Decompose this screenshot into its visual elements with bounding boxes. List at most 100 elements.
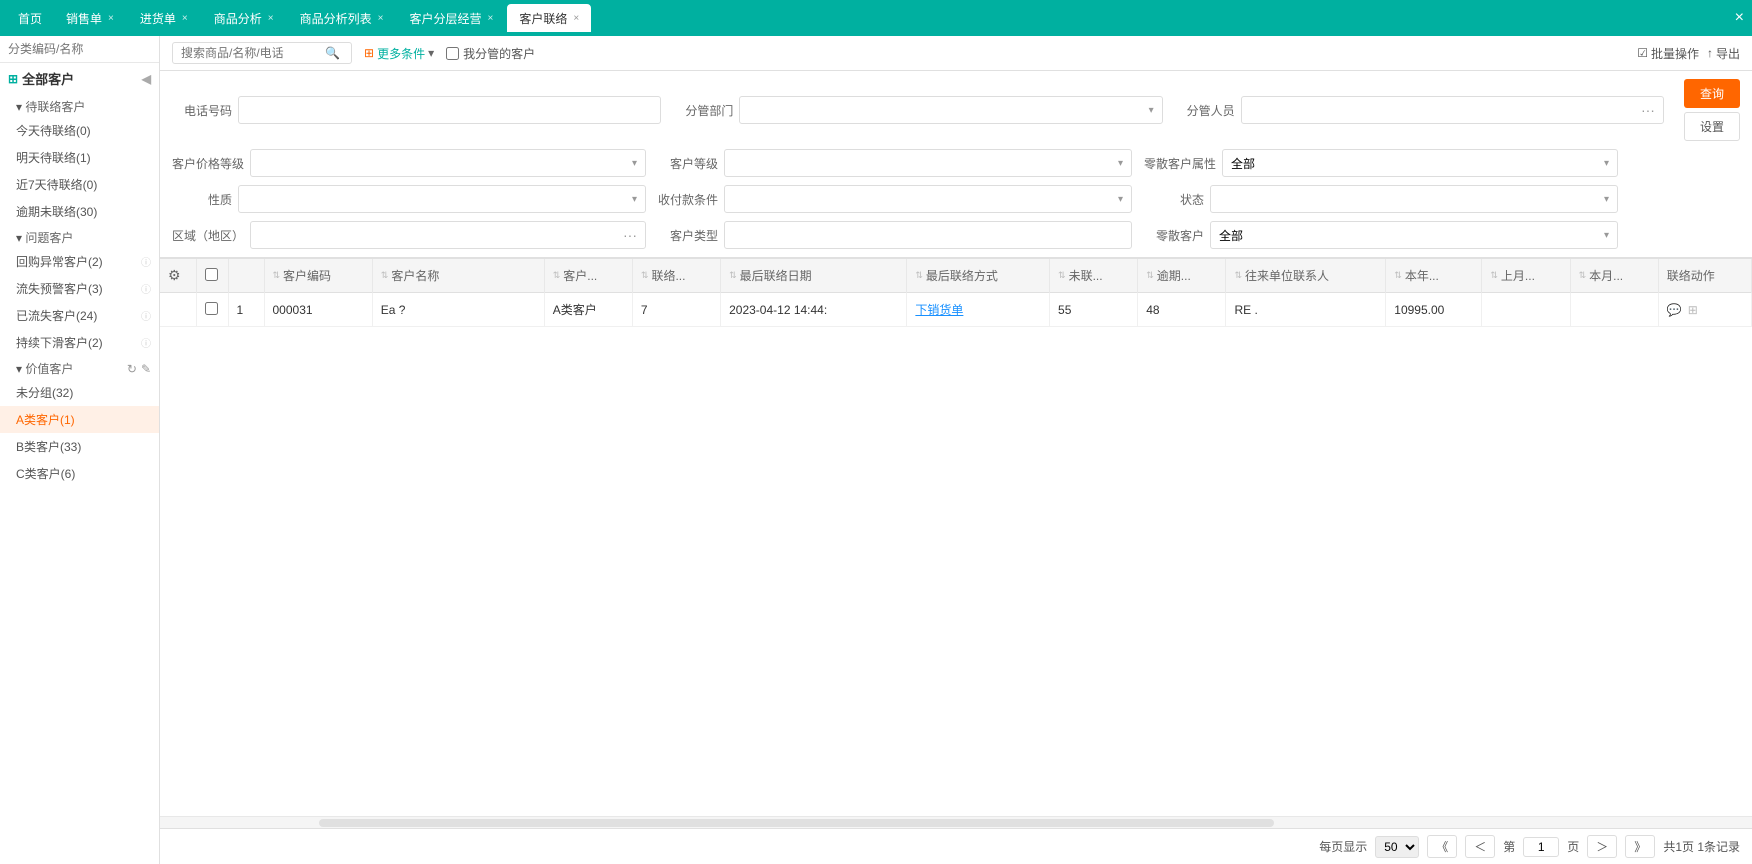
- horizontal-scrollbar[interactable]: [160, 816, 1752, 828]
- filter-actions: ☑ 批量操作 ↑ 导出: [1637, 45, 1740, 62]
- value-refresh-icon[interactable]: ↻: [127, 362, 137, 376]
- filter-cust-level: 客户等级 ▾: [658, 149, 1132, 177]
- th-code-sort-icon[interactable]: ⇅: [273, 270, 281, 281]
- close-all-button[interactable]: ×: [1735, 9, 1744, 27]
- th-contact-sort-icon[interactable]: ⇅: [641, 270, 649, 281]
- person-input[interactable]: ···: [1241, 96, 1664, 124]
- th-name-sort-icon[interactable]: ⇅: [381, 270, 389, 281]
- sidebar-item-today[interactable]: 今天待联络(0): [0, 117, 159, 144]
- sidebar-item-overdue[interactable]: 逾期未联络(30): [0, 198, 159, 225]
- scrollbar-thumb[interactable]: [319, 819, 1274, 827]
- select-all-checkbox[interactable]: [205, 268, 218, 281]
- close-product-icon[interactable]: ×: [268, 13, 274, 24]
- sidebar-item-repurchase[interactable]: 回购异常客户(2) ⓘ: [0, 248, 159, 275]
- payment-chevron-icon: ▾: [1118, 194, 1123, 205]
- retail-select[interactable]: 全部 ▾: [1210, 221, 1618, 249]
- nav-tab-product[interactable]: 商品分析 ×: [202, 4, 286, 32]
- page-size-select[interactable]: 50: [1375, 836, 1419, 858]
- th-cust-cat: ⇅ 客户...: [544, 259, 632, 293]
- row-checkbox[interactable]: [205, 302, 218, 315]
- table-gear-icon[interactable]: ⚙: [168, 267, 181, 283]
- th-this-year: ⇅ 本年...: [1386, 259, 1482, 293]
- sidebar-group-problem-label: 问题客户: [0, 225, 159, 248]
- chat-icon[interactable]: 💬: [1667, 303, 1682, 317]
- search-icon[interactable]: 🔍: [325, 46, 340, 60]
- value-expand-icon[interactable]: [16, 362, 22, 376]
- dept-chevron-icon: ▾: [1149, 105, 1154, 116]
- collapse-icon[interactable]: ◀: [142, 72, 151, 86]
- nav-tab-sales[interactable]: 销售单 ×: [54, 4, 126, 32]
- search-input[interactable]: [181, 46, 321, 60]
- th-last-month-sort-icon[interactable]: ⇅: [1490, 270, 1498, 281]
- nav-tab-customer-contact[interactable]: 客户联络 ×: [507, 4, 591, 32]
- dept-select[interactable]: ▾: [739, 96, 1162, 124]
- page-size-label: 每页显示: [1319, 838, 1367, 855]
- pending-expand-icon[interactable]: [16, 100, 22, 114]
- th-last-date-sort-icon[interactable]: ⇅: [729, 270, 737, 281]
- setting-button[interactable]: 设置: [1684, 112, 1740, 141]
- problem-expand-icon[interactable]: [16, 231, 22, 245]
- th-this-month: ⇅ 本月...: [1570, 259, 1658, 293]
- th-unit-contact-sort-icon[interactable]: ⇅: [1234, 270, 1242, 281]
- my-customers-checkbox-wrap: 我分管的客户: [446, 45, 535, 62]
- td-last-method: 下销货单: [907, 293, 1050, 327]
- close-product-list-icon[interactable]: ×: [378, 13, 384, 24]
- price-level-select[interactable]: ▾: [250, 149, 646, 177]
- td-name: Ea ?: [372, 293, 544, 327]
- chevron-down-icon: ▾: [428, 46, 434, 60]
- sidebar-item-unclassified[interactable]: 未分组(32): [0, 379, 159, 406]
- th-this-month-sort-icon[interactable]: ⇅: [1579, 270, 1587, 281]
- close-sales-icon[interactable]: ×: [108, 13, 114, 24]
- close-customer-seg-icon[interactable]: ×: [487, 13, 493, 24]
- region-input[interactable]: ···: [250, 221, 646, 249]
- status-select[interactable]: ▾: [1210, 185, 1618, 213]
- th-this-year-sort-icon[interactable]: ⇅: [1394, 270, 1402, 281]
- th-last-method-sort-icon[interactable]: ⇅: [915, 270, 923, 281]
- th-no-contact-sort-icon[interactable]: ⇅: [1058, 270, 1066, 281]
- sidebar-item-b-class[interactable]: B类客户(33): [0, 433, 159, 460]
- sidebar-search-input[interactable]: [8, 42, 160, 56]
- first-page-button[interactable]: 《: [1427, 835, 1457, 858]
- close-purchase-icon[interactable]: ×: [182, 13, 188, 24]
- sidebar-item-lostpre[interactable]: 流失预警客户(3) ⓘ: [0, 275, 159, 302]
- page-number-input[interactable]: [1523, 837, 1559, 857]
- query-button[interactable]: 查询: [1684, 79, 1740, 108]
- last-page-button[interactable]: 》: [1625, 835, 1655, 858]
- th-name: ⇅ 客户名称: [372, 259, 544, 293]
- prev-page-button[interactable]: ＜: [1465, 835, 1495, 858]
- batch-op-button[interactable]: ☑ 批量操作: [1637, 45, 1699, 62]
- value-edit-icon[interactable]: ✎: [141, 362, 151, 376]
- th-overdue-sort-icon[interactable]: ⇅: [1146, 270, 1154, 281]
- sidebar-item-tomorrow[interactable]: 明天待联络(1): [0, 144, 159, 171]
- td-last-date: 2023-04-12 14:44:: [721, 293, 907, 327]
- sidebar-item-7days[interactable]: 近7天待联络(0): [0, 171, 159, 198]
- sidebar-item-c-class[interactable]: C类客户(6): [0, 460, 159, 487]
- th-cust-cat-sort-icon[interactable]: ⇅: [553, 270, 561, 281]
- export-icon: ↑: [1707, 46, 1713, 60]
- filter-bar: 🔍 ⊞ 更多条件 ▾ 我分管的客户 ☑ 批量操作 ↑ 导出: [160, 36, 1752, 71]
- next-page-button[interactable]: ＞: [1587, 835, 1617, 858]
- more-filters-btn[interactable]: ⊞ 更多条件 ▾: [364, 45, 434, 62]
- my-customers-checkbox[interactable]: [446, 47, 459, 60]
- sidebar-item-lost[interactable]: 已流失客户(24) ⓘ: [0, 302, 159, 329]
- sidebar-item-a-class[interactable]: A类客户(1): [0, 406, 159, 433]
- filter-retail: 零散客户 全部 ▾: [1144, 221, 1618, 249]
- cust-type-input[interactable]: [724, 221, 1132, 249]
- nav-tab-purchase[interactable]: 进货单 ×: [128, 4, 200, 32]
- nav-tab-customer-seg[interactable]: 客户分层经营 ×: [397, 4, 505, 32]
- sidebar-item-sustain[interactable]: 持续下滑客户(2) ⓘ: [0, 329, 159, 356]
- sidebar-all-customers[interactable]: ⊞ 全部客户 ◀: [0, 63, 159, 94]
- td-action: 💬 ⊞: [1658, 293, 1751, 327]
- phone-input[interactable]: [238, 96, 661, 124]
- grid-action-icon[interactable]: ⊞: [1688, 303, 1698, 317]
- nav-tab-product-list[interactable]: 商品分析列表 ×: [288, 4, 396, 32]
- cust-level-select[interactable]: ▾: [724, 149, 1132, 177]
- last-method-link[interactable]: 下销货单: [915, 303, 963, 317]
- payment-select[interactable]: ▾: [724, 185, 1132, 213]
- nav-home[interactable]: 首页: [8, 10, 52, 27]
- retail-attr-select[interactable]: 全部 ▾: [1222, 149, 1618, 177]
- filter-region: 区域（地区） ···: [172, 221, 646, 249]
- export-button[interactable]: ↑ 导出: [1707, 45, 1740, 62]
- close-customer-contact-icon[interactable]: ×: [573, 13, 579, 24]
- nature-select[interactable]: ▾: [238, 185, 646, 213]
